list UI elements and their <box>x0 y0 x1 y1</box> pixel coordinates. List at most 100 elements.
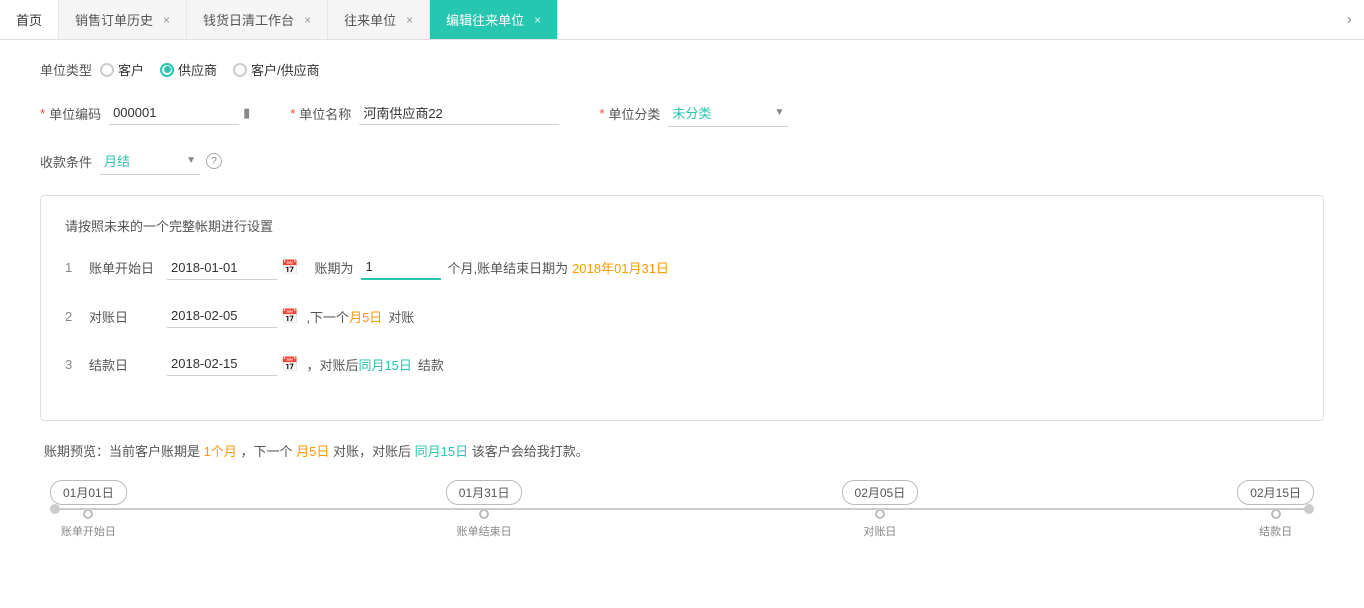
tab-home[interactable]: 首页 <box>0 0 59 39</box>
timeline-node-4-date: 02月15日 <box>1237 480 1314 505</box>
tab-sales-history[interactable]: 销售订单历史 × <box>59 0 187 39</box>
row-1-label: 账单开始日 <box>89 258 159 277</box>
section-box: 请按照未来的一个完整帐期进行设置 1 账单开始日 📅 账期为 个月,账单结束日期… <box>40 195 1324 421</box>
row-1-date-input[interactable] <box>167 256 277 280</box>
tab-cash-work-label: 钱货日清工作台 <box>203 10 294 29</box>
preview-mid1: ，下一个 <box>241 444 293 459</box>
row-1-period-unit: 个月,账单结束日期为 <box>447 258 568 277</box>
unit-category-value: 未分类 <box>672 103 770 122</box>
preview-text: 账期预览：当前客户账期是 1个月 ，下一个 月5日 对账，对账后 同月15日 该… <box>40 441 1324 460</box>
timeline-container: 01月01日 账单开始日 01月31日 账单结束日 02月05日 对账日 02月… <box>40 480 1324 539</box>
row-3-suffix-post: 结款 <box>418 355 444 374</box>
preview-label: 账期预览：当前客户账期是 <box>44 444 200 459</box>
preview-end: 该客户会给我打款。 <box>472 444 589 459</box>
timeline-line <box>50 508 1314 510</box>
timeline-node-2-date: 01月31日 <box>446 480 523 505</box>
timeline-node-1-date: 01月01日 <box>50 480 127 505</box>
row-1-end-date: 2018年01月31日 <box>572 258 669 277</box>
data-row-1: 1 账单开始日 📅 账期为 个月,账单结束日期为 2018年01月31日 <box>65 255 1299 280</box>
row-3-cal-icon[interactable]: 📅 <box>281 356 298 373</box>
timeline-node-4-dot <box>1271 509 1281 519</box>
unit-category-arrow: ▼ <box>774 107 784 118</box>
tab-expand-button[interactable]: › <box>1335 0 1364 39</box>
timeline-node-4-label: 结款日 <box>1259 523 1292 539</box>
timeline-node-2-dot <box>479 509 489 519</box>
timeline-dot-left <box>50 504 60 514</box>
payment-condition-label: 收款条件 <box>40 152 92 171</box>
unit-name-label: 单位名称 <box>299 104 351 123</box>
timeline-node-3-label: 对账日 <box>863 523 896 539</box>
help-icon[interactable]: ? <box>206 153 222 169</box>
radio-customer-supplier-circle <box>233 63 247 77</box>
row-1-period-input[interactable] <box>361 255 441 280</box>
unit-category-label: 单位分类 <box>608 104 660 123</box>
row-2-suffix-pre: ,下一个 <box>306 307 349 326</box>
preview-mid2: 对账，对账后 <box>333 444 411 459</box>
row-2-date-input[interactable] <box>167 304 277 328</box>
unit-name-group: * 单位名称 <box>290 101 559 125</box>
radio-customer-supplier[interactable]: 客户/供应商 <box>233 60 320 79</box>
timeline-node-1-label: 账单开始日 <box>61 523 116 539</box>
tab-partner-label: 往来单位 <box>344 10 396 29</box>
unit-category-star: * <box>599 106 604 121</box>
payment-condition-group: 收款条件 月结 ▼ ? <box>40 147 222 175</box>
data-row-2: 2 对账日 📅 ,下一个 月5日 对账 <box>65 304 1299 328</box>
unit-code-label: 单位编码 <box>49 104 101 123</box>
row-3-number: 3 <box>65 357 89 372</box>
tab-sales-history-label: 销售订单历史 <box>75 10 153 29</box>
tab-home-label: 首页 <box>16 10 42 29</box>
payment-condition-select[interactable]: 月结 ▼ <box>100 147 200 175</box>
row-1-number: 1 <box>65 260 89 275</box>
unit-type-radio-group: 客户 供应商 客户/供应商 <box>100 60 320 79</box>
unit-category-group: * 单位分类 未分类 ▼ <box>599 99 788 127</box>
tab-partner-close[interactable]: × <box>406 13 413 27</box>
radio-customer-label: 客户 <box>118 60 144 79</box>
unit-code-icon[interactable]: ▮ <box>243 105 250 121</box>
tab-cash-work[interactable]: 钱货日清工作台 × <box>187 0 328 39</box>
timeline-dot-right <box>1304 504 1314 514</box>
unit-name-input[interactable] <box>359 101 559 125</box>
row-3-highlight: 同月15日 <box>358 355 411 374</box>
row-3-label: 结款日 <box>89 355 159 374</box>
radio-supplier-circle <box>160 63 174 77</box>
row-2-highlight: 月5日 <box>349 307 382 326</box>
tab-edit-partner-close[interactable]: × <box>534 13 541 27</box>
payment-condition-arrow: ▼ <box>186 155 196 166</box>
radio-customer-supplier-label: 客户/供应商 <box>251 60 320 79</box>
radio-customer[interactable]: 客户 <box>100 60 144 79</box>
tab-sales-history-close[interactable]: × <box>163 13 170 27</box>
row-3-date-input[interactable] <box>167 352 277 376</box>
unit-code-group: * 单位编码 ▮ <box>40 101 250 125</box>
unit-name-star: * <box>290 106 295 121</box>
preview-part1: 1个月 <box>204 444 237 459</box>
radio-supplier[interactable]: 供应商 <box>160 60 217 79</box>
timeline-node-1-dot <box>83 509 93 519</box>
tab-partner[interactable]: 往来单位 × <box>328 0 430 39</box>
row-2-label: 对账日 <box>89 307 159 326</box>
main-content: 单位类型 客户 供应商 客户/供应商 * 单位编码 <box>0 40 1364 608</box>
row-3-suffix-pre: ，对账后 <box>306 355 358 374</box>
timeline-node-3-date: 02月05日 <box>842 480 919 505</box>
tab-bar: 首页 销售订单历史 × 钱货日清工作台 × 往来单位 × 编辑往来单位 × › <box>0 0 1364 40</box>
payment-condition-value: 月结 <box>104 151 182 170</box>
timeline-node-2-label: 账单结束日 <box>457 523 512 539</box>
payment-condition-row: 收款条件 月结 ▼ ? <box>40 147 1324 175</box>
row-2-number: 2 <box>65 309 89 324</box>
unit-code-star: * <box>40 106 45 121</box>
tab-edit-partner[interactable]: 编辑往来单位 × <box>430 0 558 39</box>
radio-customer-circle <box>100 63 114 77</box>
data-row-3: 3 结款日 📅 ，对账后 同月15日 结款 <box>65 352 1299 376</box>
preview-part3: 同月15日 <box>415 444 468 459</box>
unit-category-select[interactable]: 未分类 ▼ <box>668 99 788 127</box>
unit-info-row: * 单位编码 ▮ * 单位名称 * 单位分类 未分类 ▼ <box>40 99 1324 127</box>
unit-type-label: 单位类型 <box>40 60 92 79</box>
unit-type-row: 单位类型 客户 供应商 客户/供应商 <box>40 60 1324 79</box>
row-1-cal-icon[interactable]: 📅 <box>281 259 298 276</box>
timeline-node-3-dot <box>875 509 885 519</box>
radio-supplier-label: 供应商 <box>178 60 217 79</box>
row-2-cal-icon[interactable]: 📅 <box>281 308 298 325</box>
unit-type-group: 单位类型 客户 供应商 客户/供应商 <box>40 60 320 79</box>
unit-code-input[interactable] <box>109 101 239 125</box>
tab-cash-work-close[interactable]: × <box>304 13 311 27</box>
row-2-suffix-post: 对账 <box>388 307 414 326</box>
